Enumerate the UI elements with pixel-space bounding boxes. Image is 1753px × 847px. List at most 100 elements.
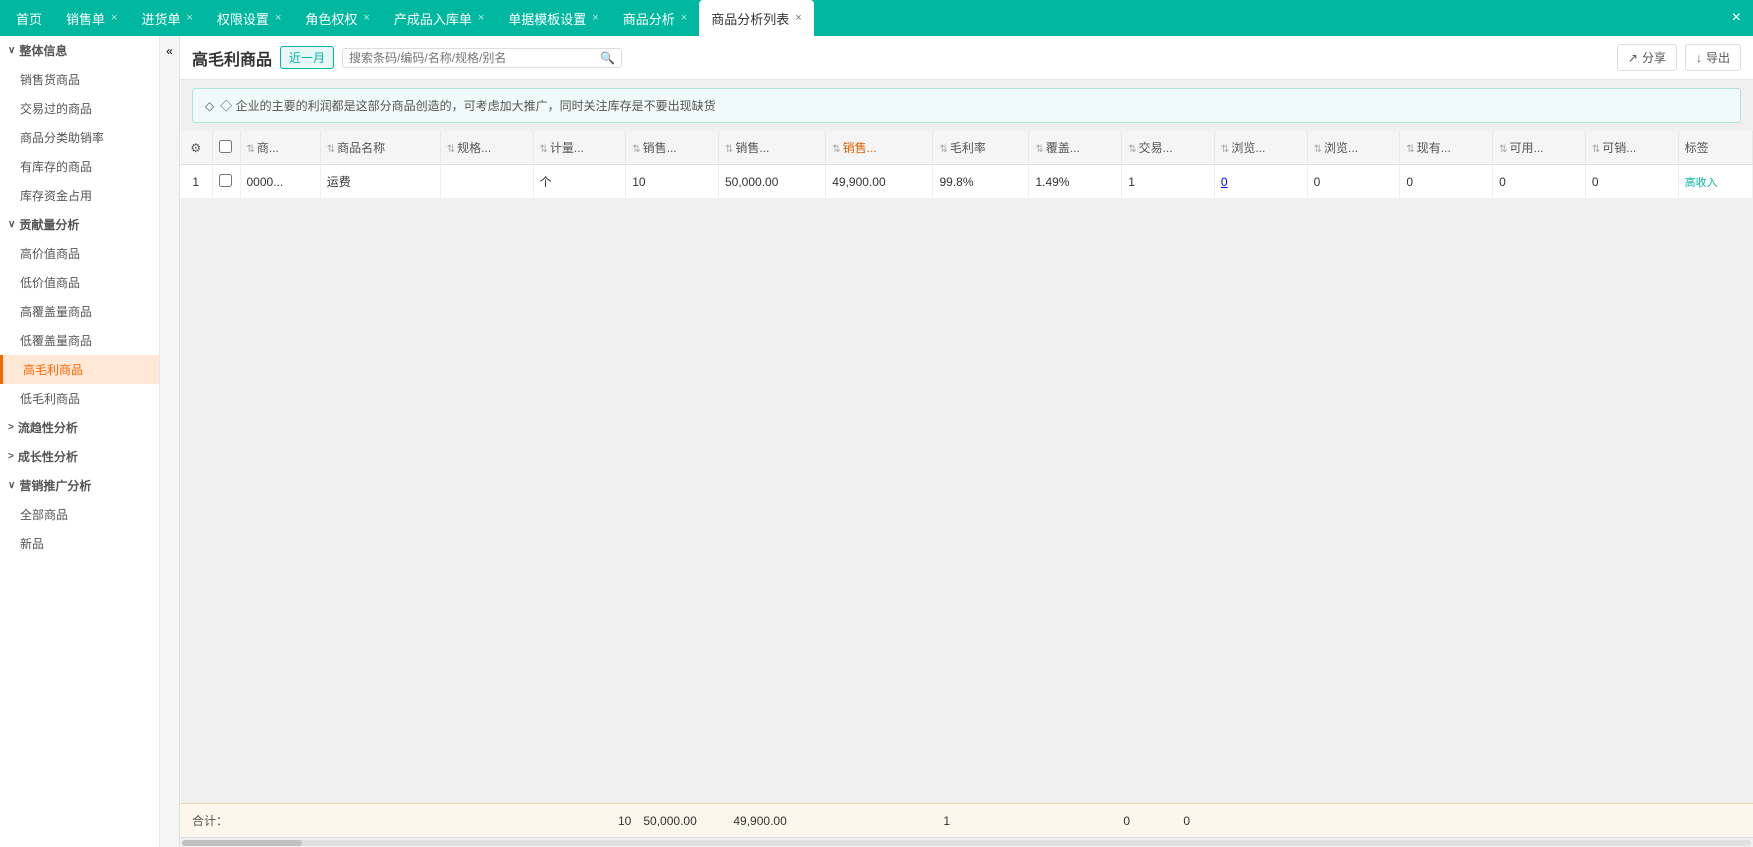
search-input[interactable] — [349, 51, 600, 65]
cell-amount: 50,000.00 — [718, 165, 825, 199]
sidebar: ∨ 整体信息 销售货商品 交易过的商品 商品分类助销率 有库存的商品 库存资金占… — [0, 36, 160, 847]
collapse-icon: « — [166, 44, 173, 58]
tab-auth[interactable]: 权限设置 × — [205, 0, 293, 36]
tab-analysis-close[interactable]: × — [681, 12, 687, 24]
col-amount[interactable]: ⇅销售... — [718, 131, 825, 165]
cell-stock-sell: 0 — [1585, 165, 1678, 199]
sidebar-collapse-button[interactable]: « — [160, 36, 180, 847]
group-marketing-arrow: ∨ — [8, 480, 15, 491]
sidebar-item-sales-goods[interactable]: 销售货商品 — [0, 65, 159, 94]
content-header: 高毛利商品 近一月 🔍 ↗ 分享 ↓ 导出 — [180, 36, 1753, 80]
cell-code: 0000... — [240, 165, 320, 199]
group-growth-arrow: > — [8, 451, 14, 462]
tab-role-close[interactable]: × — [363, 12, 369, 24]
main-layout: ∨ 整体信息 销售货商品 交易过的商品 商品分类助销率 有库存的商品 库存资金占… — [0, 36, 1753, 847]
table-footer: 合计： 10 50,000.00 49,900.00 1 0 0 — [180, 803, 1753, 837]
cell-qty: 10 — [626, 165, 719, 199]
cell-trade: 1 — [1122, 165, 1215, 199]
scrollbar-thumb[interactable] — [182, 840, 302, 846]
col-tag[interactable]: 标签 — [1678, 131, 1752, 165]
tab-product-inbound-close[interactable]: × — [478, 12, 484, 24]
window-close-button[interactable]: × — [1724, 9, 1749, 27]
tab-purchase[interactable]: 进货单 × — [129, 0, 204, 36]
tab-product-inbound[interactable]: 产成品入库单 × — [382, 0, 496, 36]
col-code[interactable]: ⇅商... — [240, 131, 320, 165]
sidebar-item-stock-capital[interactable]: 库存资金占用 — [0, 181, 159, 210]
horizontal-scrollbar[interactable] — [180, 837, 1753, 847]
info-text: ◇ 企业的主要的利润都是这部分商品创造的，可考虑加大推广，同时关注库存是不要出现… — [220, 97, 715, 114]
footer-amount: 50,000.00 — [637, 814, 727, 828]
sidebar-item-traded-goods[interactable]: 交易过的商品 — [0, 94, 159, 123]
col-gross-rate[interactable]: ⇅毛利率 — [933, 131, 1029, 165]
sidebar-group-contribution[interactable]: ∨ 贡献量分析 — [0, 210, 159, 239]
tab-template-close[interactable]: × — [592, 12, 598, 24]
sidebar-item-new-goods[interactable]: 新品 — [0, 529, 159, 558]
col-coverage[interactable]: ⇅覆盖... — [1029, 131, 1122, 165]
col-unit[interactable]: ⇅计量... — [533, 131, 626, 165]
sidebar-item-low-gross[interactable]: 低毛利商品 — [0, 384, 159, 413]
tab-template[interactable]: 单据模板设置 × — [496, 0, 610, 36]
footer-cells: 10 50,000.00 49,900.00 1 0 0 — [252, 814, 1741, 828]
sidebar-item-high-coverage[interactable]: 高覆盖量商品 — [0, 297, 159, 326]
cell-checkbox[interactable] — [212, 165, 240, 199]
sidebar-item-high-value[interactable]: 高价值商品 — [0, 239, 159, 268]
search-icon[interactable]: 🔍 — [600, 51, 615, 65]
search-box[interactable]: 🔍 — [342, 48, 622, 68]
col-stock-avail[interactable]: ⇅可用... — [1493, 131, 1586, 165]
scrollbar-track — [182, 840, 1751, 846]
content-area: 高毛利商品 近一月 🔍 ↗ 分享 ↓ 导出 ◇ ◇ 企业的主要的利润都是这部分商… — [180, 36, 1753, 847]
footer-qty: 10 — [612, 814, 637, 828]
sidebar-item-all-goods[interactable]: 全部商品 — [0, 500, 159, 529]
tab-analysis-list-close[interactable]: × — [795, 12, 801, 24]
sidebar-group-overall[interactable]: ∨ 整体信息 — [0, 36, 159, 65]
table-header-row: ⚙ ⇅商... ⇅商品名称 ⇅规格... ⇅计量... ⇅销售... ⇅销售..… — [180, 131, 1753, 165]
col-name[interactable]: ⇅商品名称 — [320, 131, 440, 165]
tab-sales[interactable]: 销售单 × — [54, 0, 129, 36]
col-stock-sell[interactable]: ⇅可销... — [1585, 131, 1678, 165]
footer-stock-cur: 0 — [1117, 814, 1177, 828]
row-checkbox[interactable] — [219, 174, 232, 187]
tab-auth-close[interactable]: × — [275, 12, 281, 24]
cell-stock-cur: 0 — [1400, 165, 1493, 199]
share-button[interactable]: ↗ 分享 — [1617, 44, 1677, 71]
cell-unit: 个 — [533, 165, 626, 199]
col-views2[interactable]: ⇅浏览... — [1307, 131, 1400, 165]
tab-sales-close[interactable]: × — [111, 12, 117, 24]
col-views1[interactable]: ⇅浏览... — [1214, 131, 1307, 165]
cell-name: 运费 — [320, 165, 440, 199]
cell-profit: 49,900.00 — [826, 165, 933, 199]
filter-recent-month[interactable]: 近一月 — [280, 46, 334, 69]
tab-purchase-close[interactable]: × — [186, 12, 192, 24]
table-row: 1 0000... 运费 个 10 50,000.00 49,900.00 99… — [180, 165, 1753, 199]
sidebar-item-category-rate[interactable]: 商品分类助销率 — [0, 123, 159, 152]
col-profit[interactable]: ⇅销售... — [826, 131, 933, 165]
sidebar-item-low-value[interactable]: 低价值商品 — [0, 268, 159, 297]
group-flow-arrow: > — [8, 422, 14, 433]
sidebar-item-low-coverage[interactable]: 低覆盖量商品 — [0, 326, 159, 355]
col-qty[interactable]: ⇅销售... — [626, 131, 719, 165]
data-table-container: ⚙ ⇅商... ⇅商品名称 ⇅规格... ⇅计量... ⇅销售... ⇅销售..… — [180, 131, 1753, 803]
col-checkbox[interactable] — [212, 131, 240, 165]
info-icon: ◇ — [205, 99, 214, 113]
tab-analysis-list[interactable]: 商品分析列表 × — [699, 0, 813, 36]
group-contribution-arrow: ∨ — [8, 219, 15, 230]
tab-analysis[interactable]: 商品分析 × — [611, 0, 699, 36]
sidebar-group-flow[interactable]: > 流趋性分析 — [0, 413, 159, 442]
col-stock-cur[interactable]: ⇅现有... — [1400, 131, 1493, 165]
sidebar-item-in-stock[interactable]: 有库存的商品 — [0, 152, 159, 181]
cell-coverage: 1.49% — [1029, 165, 1122, 199]
sidebar-item-high-gross[interactable]: 高毛利商品 — [0, 355, 159, 384]
col-settings[interactable]: ⚙ — [180, 131, 212, 165]
share-icon: ↗ — [1628, 51, 1638, 65]
sidebar-group-growth[interactable]: > 成长性分析 — [0, 442, 159, 471]
export-button[interactable]: ↓ 导出 — [1685, 44, 1741, 71]
cell-index: 1 — [180, 165, 212, 199]
col-spec[interactable]: ⇅规格... — [440, 131, 533, 165]
tab-home[interactable]: 首页 — [4, 0, 54, 36]
sidebar-group-marketing[interactable]: ∨ 营销推广分析 — [0, 471, 159, 500]
select-all-checkbox[interactable] — [219, 140, 232, 153]
tab-role[interactable]: 角色权权 × — [293, 0, 381, 36]
col-trade[interactable]: ⇅交易... — [1122, 131, 1215, 165]
tab-bar: 首页 销售单 × 进货单 × 权限设置 × 角色权权 × 产成品入库单 × 单据… — [0, 0, 1753, 36]
cell-views1[interactable]: 0 — [1214, 165, 1307, 199]
